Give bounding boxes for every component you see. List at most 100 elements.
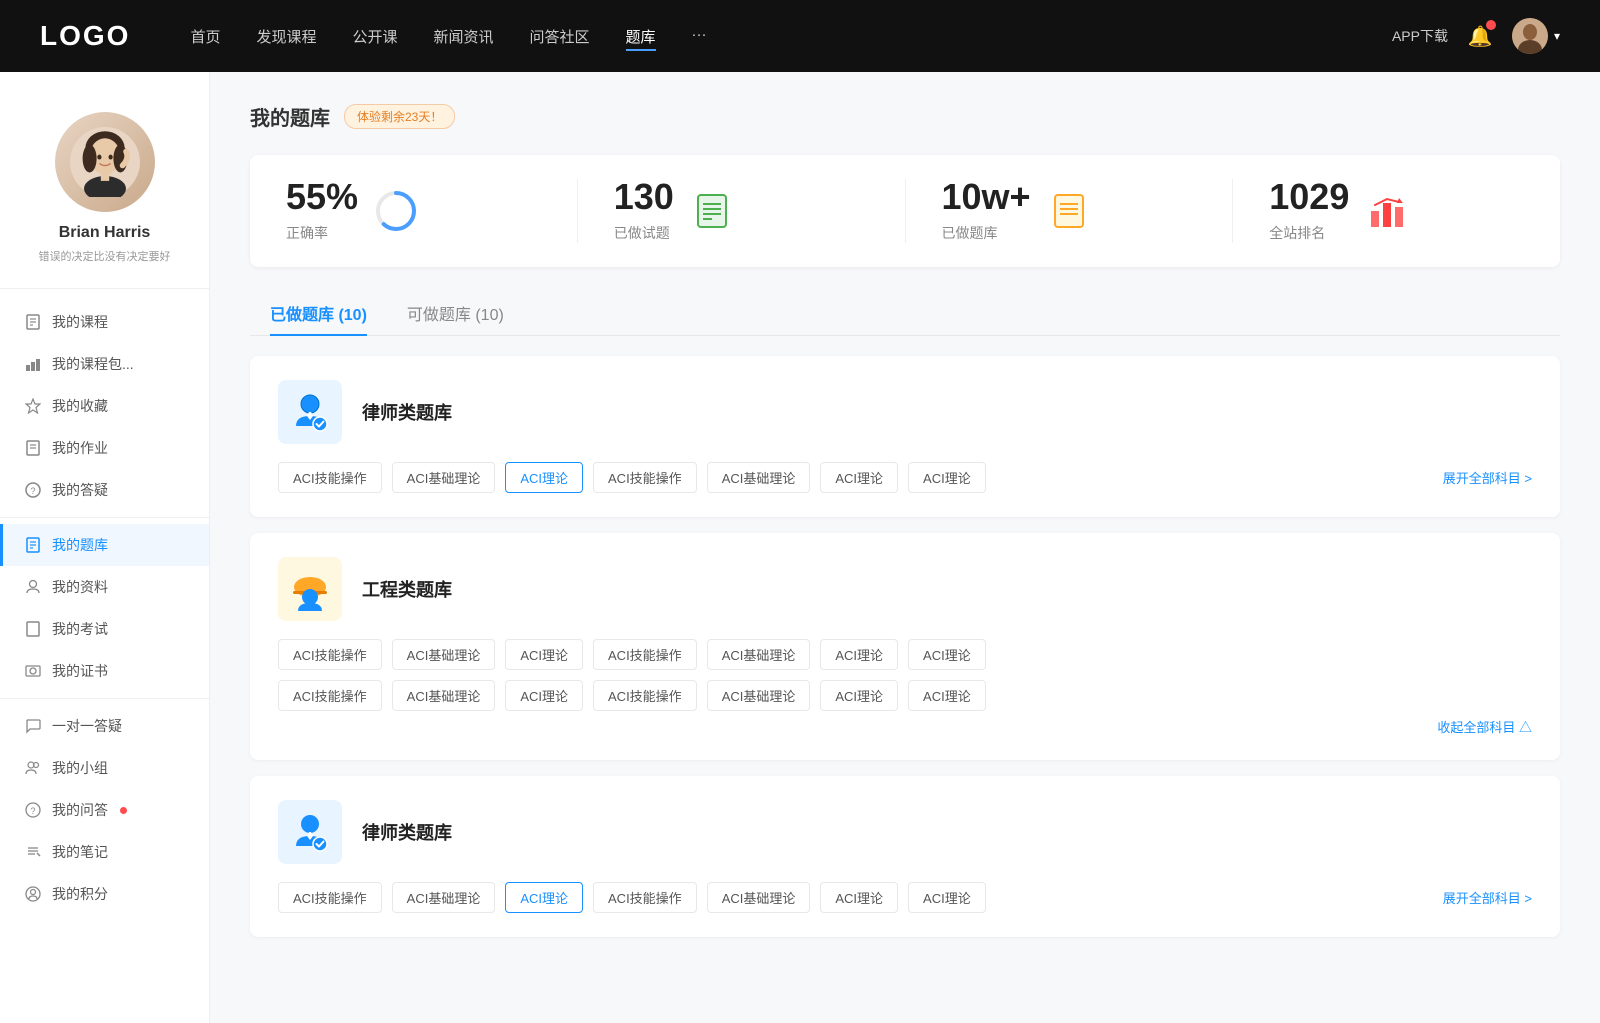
quiz-card-header: 律师类题库 [278, 380, 1532, 444]
sidebar-item-my-profile[interactable]: 我的资料 [0, 566, 209, 608]
tag-item[interactable]: ACI理论 [820, 639, 898, 670]
tag-item-active[interactable]: ACI理论 [505, 462, 583, 493]
logo: LOGO [40, 20, 130, 52]
tag-item[interactable]: ACI理论 [908, 639, 986, 670]
tag-item[interactable]: ACI技能操作 [593, 882, 697, 913]
tag-item[interactable]: ACI理论 [505, 639, 583, 670]
tag-item[interactable]: ACI理论 [820, 462, 898, 493]
expand-btn-1[interactable]: 展开全部科目 > [1443, 468, 1532, 487]
tag-item[interactable]: ACI技能操作 [278, 882, 382, 913]
sidebar-item-my-quiz[interactable]: 我的题库 [0, 524, 209, 566]
tag-item[interactable]: ACI基础理论 [707, 882, 811, 913]
nav-qa[interactable]: 问答社区 [530, 22, 590, 51]
avatar-image [1512, 18, 1548, 54]
sidebar-item-group[interactable]: 我的小组 [0, 747, 209, 789]
stat-ranking: 1029 全站排名 [1233, 179, 1560, 243]
sidebar-item-label: 我的小组 [52, 758, 108, 778]
tag-item[interactable]: ACI技能操作 [593, 462, 697, 493]
tab-done[interactable]: 已做题库 (10) [250, 291, 387, 335]
questions-icon [690, 189, 734, 233]
sidebar-item-my-qa[interactable]: ? 我的答疑 [0, 469, 209, 511]
tag-item[interactable]: ACI技能操作 [278, 639, 382, 670]
nav-open-course[interactable]: 公开课 [352, 22, 397, 51]
tag-item[interactable]: ACI基础理论 [707, 680, 811, 711]
tag-item[interactable]: ACI基础理论 [707, 639, 811, 670]
lawyer-icon-wrap [278, 380, 342, 444]
collapse-btn[interactable]: 收起全部科目 △ [278, 717, 1532, 736]
stat-questions-text: 130 已做试题 [614, 179, 674, 243]
navbar-right: APP下载 🔔 ▾ [1392, 18, 1560, 54]
tag-item[interactable]: ACI基础理论 [392, 882, 496, 913]
tag-item[interactable]: ACI理论 [908, 882, 986, 913]
sidebar-item-label: 我的答疑 [52, 480, 108, 500]
chat-icon [24, 717, 42, 735]
quiz-icon [24, 536, 42, 554]
sidebar-item-label: 我的作业 [52, 438, 108, 458]
user-avatar-menu[interactable]: ▾ [1512, 18, 1560, 54]
nav-more[interactable]: ··· [692, 22, 707, 51]
sidebar-item-course-package[interactable]: 我的课程包... [0, 343, 209, 385]
bar-chart-icon [24, 355, 42, 373]
quiz-title-3: 律师类题库 [362, 819, 452, 845]
nav-news[interactable]: 新闻资讯 [434, 22, 494, 51]
tag-item[interactable]: ACI技能操作 [278, 462, 382, 493]
nav-quiz[interactable]: 题库 [626, 22, 656, 51]
tags-row-2a: ACI技能操作 ACI基础理论 ACI理论 ACI技能操作 ACI基础理论 AC… [278, 639, 1532, 670]
sidebar-item-label: 我的笔记 [52, 842, 108, 862]
tag-item[interactable]: ACI基础理论 [392, 462, 496, 493]
tag-item[interactable]: ACI技能操作 [593, 680, 697, 711]
stat-accuracy-label: 正确率 [286, 223, 358, 243]
nav-home[interactable]: 首页 [190, 22, 220, 51]
tag-item[interactable]: ACI理论 [908, 680, 986, 711]
stat-questions-value: 130 [614, 179, 674, 215]
sidebar-item-label: 我的课程包... [52, 354, 134, 374]
sidebar-item-my-question[interactable]: ? 我的问答 [0, 789, 209, 831]
tag-item[interactable]: ACI理论 [820, 680, 898, 711]
svg-text:?: ? [30, 486, 35, 496]
avatar [1512, 18, 1548, 54]
tag-item-active[interactable]: ACI理论 [505, 882, 583, 913]
sidebar-item-favorites[interactable]: 我的收藏 [0, 385, 209, 427]
stat-questions-label: 已做试题 [614, 223, 674, 243]
quiz-card-header-3: 律师类题库 [278, 800, 1532, 864]
nav-discover[interactable]: 发现课程 [256, 22, 316, 51]
tags-row-3: ACI技能操作 ACI基础理论 ACI理论 ACI技能操作 ACI基础理论 AC… [278, 882, 1532, 913]
tag-item[interactable]: ACI理论 [505, 680, 583, 711]
tag-item[interactable]: ACI理论 [820, 882, 898, 913]
unread-dot [120, 807, 127, 814]
main-content: 我的题库 体验剩余23天！ 55% 正确率 [210, 72, 1600, 1023]
svg-text:?: ? [30, 806, 35, 816]
expand-btn-3[interactable]: 展开全部科目 > [1443, 888, 1532, 907]
divider-2 [0, 698, 209, 699]
sidebar-item-points[interactable]: 我的积分 [0, 873, 209, 915]
sidebar-item-homework[interactable]: 我的作业 [0, 427, 209, 469]
tag-item[interactable]: ACI技能操作 [593, 639, 697, 670]
points-icon [24, 885, 42, 903]
stat-ranking-value: 1029 [1269, 179, 1349, 215]
tag-item[interactable]: ACI基础理论 [707, 462, 811, 493]
tag-item[interactable]: ACI技能操作 [278, 680, 382, 711]
main-layout: Brian Harris 错误的决定比没有决定要好 我的课程 我的课程包... [0, 72, 1600, 1023]
accuracy-icon [374, 189, 418, 233]
sidebar-item-my-course[interactable]: 我的课程 [0, 301, 209, 343]
tag-item[interactable]: ACI基础理论 [392, 639, 496, 670]
sidebar-item-certificate[interactable]: 我的证书 [0, 650, 209, 692]
notification-bell[interactable]: 🔔 [1468, 24, 1492, 48]
sidebar-item-notes[interactable]: 我的笔记 [0, 831, 209, 873]
sidebar-item-my-exam[interactable]: 我的考试 [0, 608, 209, 650]
sidebar-item-label: 我的问答 [52, 800, 108, 820]
tag-item[interactable]: ACI理论 [908, 462, 986, 493]
app-download-btn[interactable]: APP下载 [1392, 26, 1448, 46]
tag-item[interactable]: ACI基础理论 [392, 680, 496, 711]
nav-menu: 首页 发现课程 公开课 新闻资讯 问答社区 题库 ··· [190, 22, 1392, 51]
sidebar-item-one-on-one[interactable]: 一对一答疑 [0, 705, 209, 747]
tabs-row: 已做题库 (10) 可做题库 (10) [250, 291, 1560, 336]
exam-icon [24, 620, 42, 638]
stat-ranking-label: 全站排名 [1269, 223, 1349, 243]
sidebar-item-label: 我的考试 [52, 619, 108, 639]
sidebar-item-label: 我的课程 [52, 312, 108, 332]
tab-todo[interactable]: 可做题库 (10) [387, 291, 524, 335]
notification-badge [1486, 20, 1496, 30]
stat-banks-value: 10w+ [942, 179, 1031, 215]
stat-questions: 130 已做试题 [578, 179, 906, 243]
